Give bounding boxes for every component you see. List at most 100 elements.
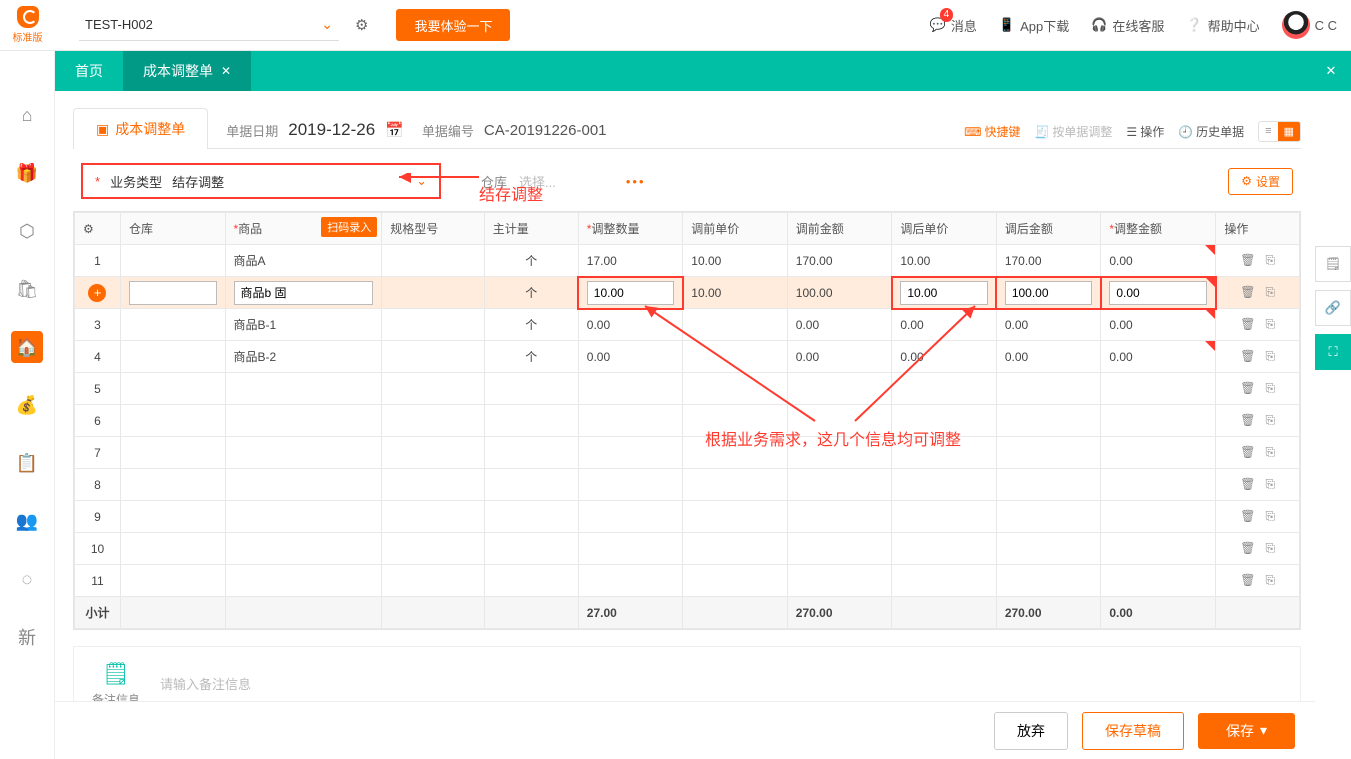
discard-button[interactable]: 放弃 <box>994 712 1068 750</box>
tab-home[interactable]: 首页 <box>55 51 123 91</box>
cell-adjust[interactable] <box>1101 405 1216 437</box>
cell-after-up[interactable] <box>892 501 997 533</box>
messages-button[interactable]: 💬 消息 4 <box>930 16 977 35</box>
expand-icon[interactable]: ⛶ <box>1315 334 1351 370</box>
table-row[interactable]: +个10.00100.00🗑⎘ <box>75 277 1300 309</box>
th-unit-price[interactable]: 调前单价 <box>683 213 788 245</box>
app-download-button[interactable]: 📱 App下载 <box>999 16 1069 35</box>
cell-qty[interactable]: 17.00 <box>578 245 683 277</box>
operations-link[interactable]: ☰操作 <box>1126 123 1164 140</box>
cell-qty[interactable] <box>578 501 683 533</box>
copy-icon[interactable]: ⎘ <box>1265 509 1275 524</box>
more-icon[interactable]: ••• <box>626 174 646 189</box>
cell-after-amt[interactable]: 0.00 <box>996 341 1101 373</box>
rail-new-icon[interactable]: 新 <box>11 621 43 653</box>
cell-warehouse[interactable] <box>120 405 225 437</box>
cell-warehouse[interactable] <box>120 565 225 597</box>
table-row[interactable]: 1商品A个17.0010.00170.0010.00170.000.00🗑⎘ <box>75 245 1300 277</box>
help-center-button[interactable]: ❔ 帮助中心 <box>1186 16 1259 35</box>
cell-after-amt[interactable]: 0.00 <box>996 309 1101 341</box>
biz-type-field[interactable]: * 业务类型 结存调整 ⌄ <box>81 163 441 199</box>
cell-after-up[interactable] <box>892 373 997 405</box>
cell-spec[interactable] <box>382 405 484 437</box>
cell-adjust[interactable] <box>1101 533 1216 565</box>
cell-product[interactable]: 商品A <box>225 245 382 277</box>
cell-warehouse[interactable] <box>120 533 225 565</box>
cell-after-up[interactable] <box>892 437 997 469</box>
table-row[interactable]: 8🗑⎘ <box>75 469 1300 501</box>
rail-bag-icon[interactable]: 🛍 <box>11 273 43 305</box>
table-row[interactable]: 7🗑⎘ <box>75 437 1300 469</box>
cell-adjust[interactable] <box>1101 277 1216 309</box>
cell-warehouse[interactable] <box>120 277 225 309</box>
cell-product[interactable] <box>225 373 382 405</box>
cell-warehouse[interactable] <box>120 245 225 277</box>
delete-icon[interactable]: 🗑 <box>1240 285 1255 300</box>
cell-after-amt[interactable] <box>996 277 1101 309</box>
delete-icon[interactable]: 🗑 <box>1240 573 1255 588</box>
copy-icon[interactable]: ⎘ <box>1265 445 1275 460</box>
th-product[interactable]: *商品扫码录入 <box>225 213 382 245</box>
cell-after-up[interactable] <box>892 469 997 501</box>
cell-warehouse[interactable] <box>120 437 225 469</box>
copy-icon[interactable]: ⎘ <box>1265 413 1275 428</box>
add-row-icon[interactable]: + <box>88 284 106 302</box>
cell-after-amt[interactable] <box>996 437 1101 469</box>
cell-adjust[interactable] <box>1101 565 1216 597</box>
copy-icon[interactable]: ⎘ <box>1265 573 1275 588</box>
cell-product[interactable] <box>225 565 382 597</box>
cell-after-up[interactable] <box>892 405 997 437</box>
tabs-close-button[interactable]: ✕ <box>1311 51 1351 91</box>
rail-gift-icon[interactable]: 🎁 <box>11 157 43 189</box>
adjust-by-bill-link[interactable]: 🧾按单据调整 <box>1034 123 1112 140</box>
cell-qty[interactable]: 0.00 <box>578 341 683 373</box>
cell-qty[interactable] <box>578 373 683 405</box>
rail-contacts-icon[interactable]: 👥 <box>11 505 43 537</box>
rail-home-icon[interactable]: ⌂ <box>11 99 43 131</box>
try-button[interactable]: 我要体验一下 <box>396 9 510 41</box>
save-button[interactable]: 保存▾ <box>1198 713 1295 749</box>
cell-adjust[interactable] <box>1101 437 1216 469</box>
th-amount[interactable]: 调前金额 <box>787 213 892 245</box>
cell-adjust[interactable] <box>1101 469 1216 501</box>
scan-button[interactable]: 扫码录入 <box>321 217 377 237</box>
cell-after-up[interactable] <box>892 565 997 597</box>
cell-adjust[interactable]: 0.00 <box>1101 245 1216 277</box>
cell-spec[interactable] <box>382 469 484 501</box>
customer-service-button[interactable]: 🎧 在线客服 <box>1091 16 1164 35</box>
cell-after-amt[interactable] <box>996 565 1101 597</box>
hotkey-link[interactable]: ⌨快捷键 <box>964 123 1020 140</box>
settings-button[interactable]: ⚙设置 <box>1228 168 1293 195</box>
copy-icon[interactable]: ⎘ <box>1265 253 1275 268</box>
table-row[interactable]: 3商品B-1个0.000.000.000.000.00🗑⎘ <box>75 309 1300 341</box>
copy-icon[interactable]: ⎘ <box>1265 285 1275 300</box>
tab-cost-adjust[interactable]: 成本调整单 ✕ <box>123 51 251 91</box>
gear-icon[interactable]: ⚙ <box>355 16 368 34</box>
delete-icon[interactable]: 🗑 <box>1240 541 1255 556</box>
cell-spec[interactable] <box>382 277 484 309</box>
cell-adjust[interactable]: 0.00 <box>1101 341 1216 373</box>
cell-warehouse[interactable] <box>120 501 225 533</box>
cell-spec[interactable] <box>382 437 484 469</box>
doc-title-tab[interactable]: ▣ 成本调整单 <box>73 108 208 149</box>
table-row[interactable]: 10🗑⎘ <box>75 533 1300 565</box>
cell-warehouse[interactable] <box>120 341 225 373</box>
cell-qty[interactable] <box>578 469 683 501</box>
cell-spec[interactable] <box>382 373 484 405</box>
cell-warehouse[interactable] <box>120 469 225 501</box>
delete-icon[interactable]: 🗑 <box>1240 381 1255 396</box>
calendar-icon[interactable]: 📅 <box>385 121 404 139</box>
product-input[interactable] <box>234 281 374 305</box>
logo[interactable]: 标准版 <box>0 6 55 44</box>
cell-warehouse[interactable] <box>120 309 225 341</box>
table-row[interactable]: 4商品B-2个0.000.000.000.000.00🗑⎘ <box>75 341 1300 373</box>
adj-input[interactable] <box>1109 281 1207 305</box>
th-unit[interactable]: 主计量 <box>484 213 578 245</box>
cell-product[interactable]: 商品B-2 <box>225 341 382 373</box>
delete-icon[interactable]: 🗑 <box>1240 445 1255 460</box>
cell-spec[interactable] <box>382 501 484 533</box>
th-after-unit-price[interactable]: 调后单价 <box>892 213 997 245</box>
cell-after-up[interactable]: 10.00 <box>892 245 997 277</box>
th-gear[interactable]: ⚙ <box>75 213 121 245</box>
table-row[interactable]: 6🗑⎘ <box>75 405 1300 437</box>
